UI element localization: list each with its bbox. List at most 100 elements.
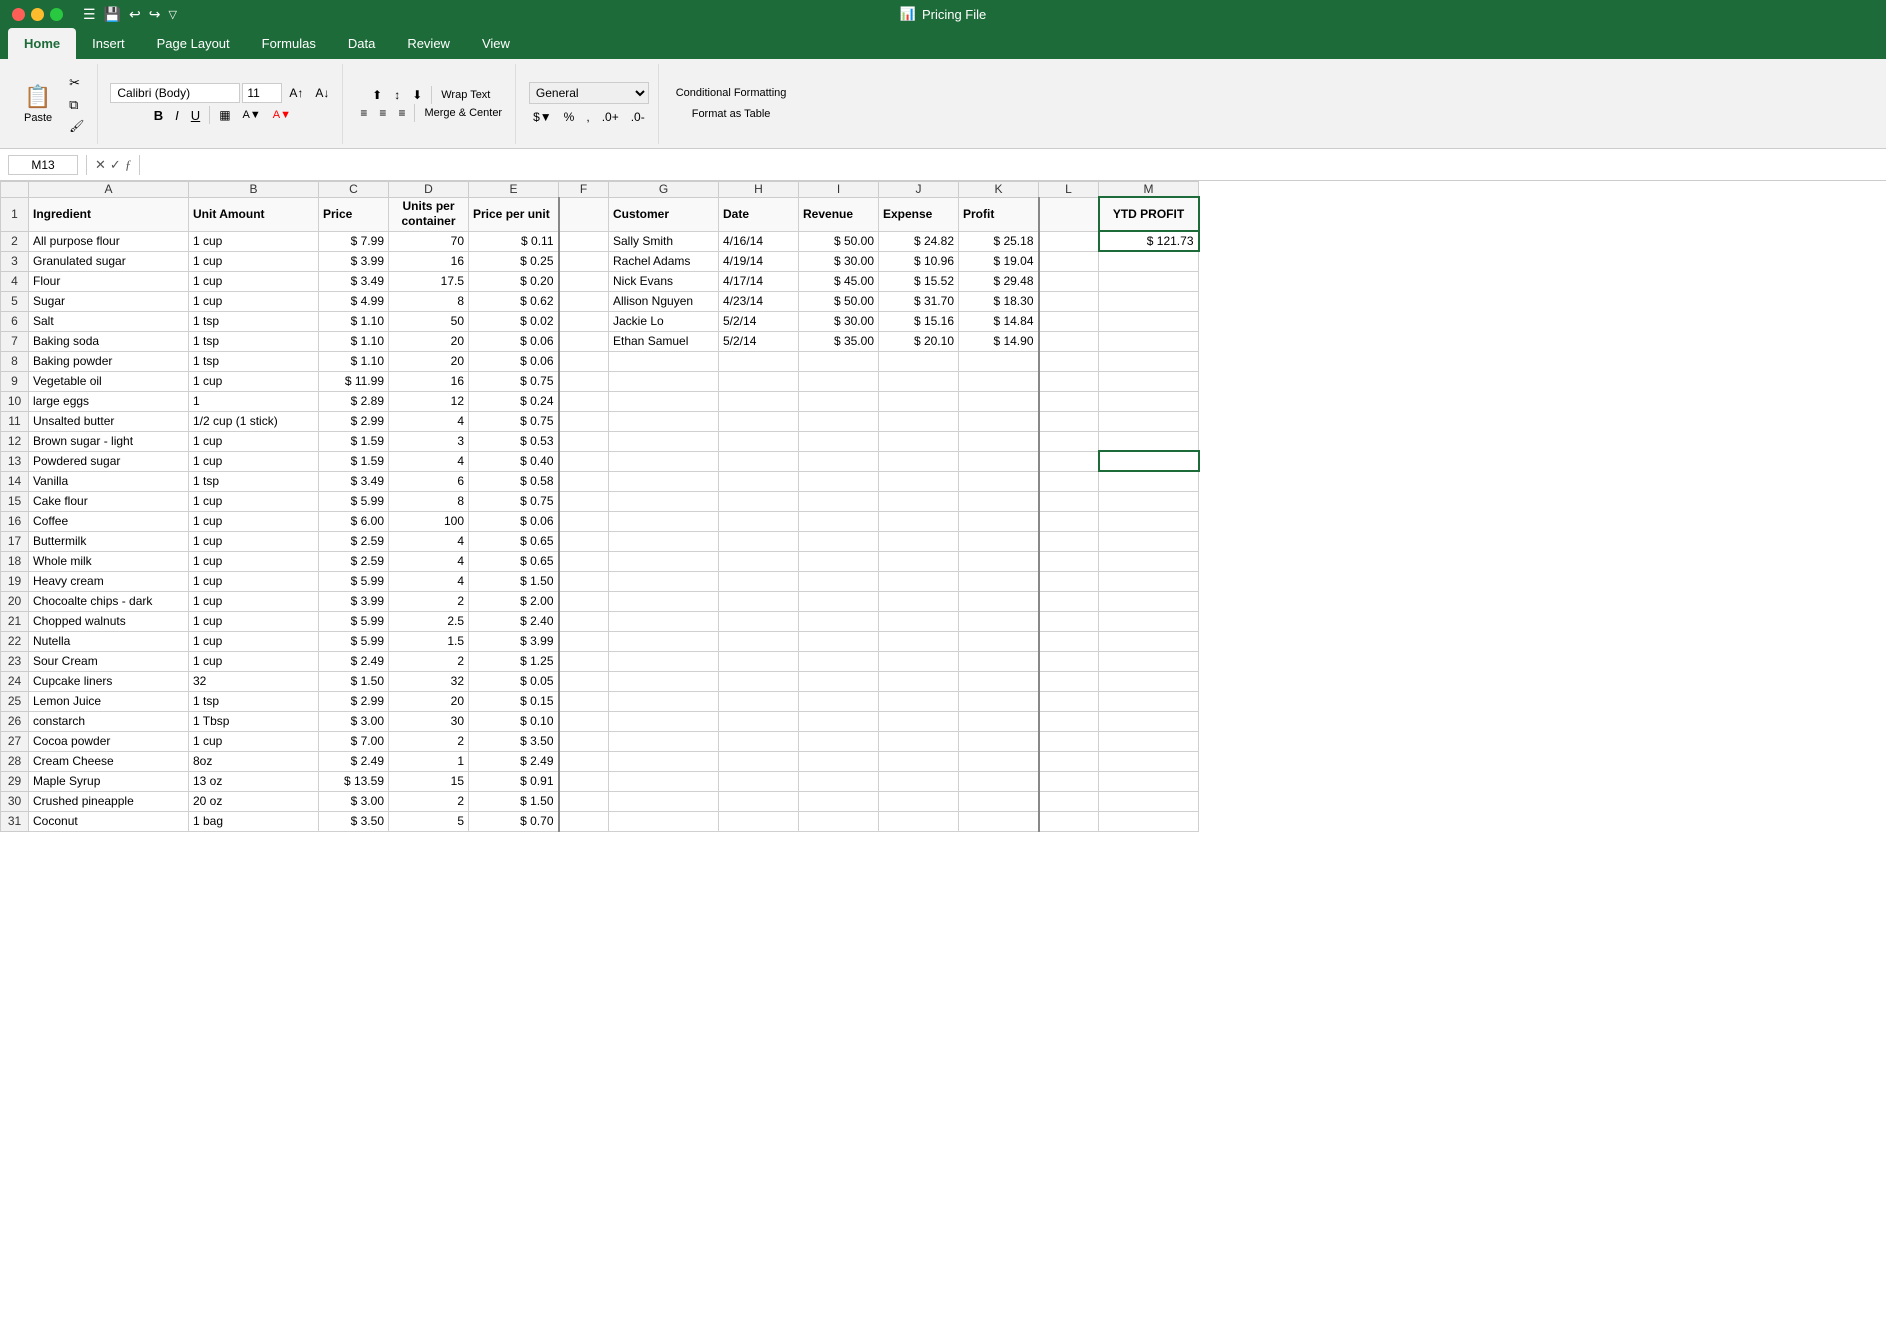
- cell-C17[interactable]: $ 2.59: [319, 531, 389, 551]
- cell-I15[interactable]: [799, 491, 879, 511]
- cell-H11[interactable]: [719, 411, 799, 431]
- cell-J23[interactable]: [879, 651, 959, 671]
- cell-K6[interactable]: $ 14.84: [959, 311, 1039, 331]
- cell-H23[interactable]: [719, 651, 799, 671]
- tab-insert[interactable]: Insert: [76, 28, 141, 59]
- cell-I1[interactable]: Revenue: [799, 197, 879, 231]
- cell-K27[interactable]: [959, 731, 1039, 751]
- cell-K8[interactable]: [959, 351, 1039, 371]
- cell-C14[interactable]: $ 3.49: [319, 471, 389, 491]
- cell-C8[interactable]: $ 1.10: [319, 351, 389, 371]
- cell-D19[interactable]: 4: [389, 571, 469, 591]
- cell-J5[interactable]: $ 31.70: [879, 291, 959, 311]
- cell-K30[interactable]: [959, 791, 1039, 811]
- col-header-C[interactable]: C: [319, 182, 389, 198]
- cell-L14[interactable]: [1039, 471, 1099, 491]
- cell-I10[interactable]: [799, 391, 879, 411]
- cell-J26[interactable]: [879, 711, 959, 731]
- cell-G28[interactable]: [609, 751, 719, 771]
- cell-C1[interactable]: Price: [319, 197, 389, 231]
- cell-B14[interactable]: 1 tsp: [189, 471, 319, 491]
- cell-M20[interactable]: [1099, 591, 1199, 611]
- cell-B29[interactable]: 13 oz: [189, 771, 319, 791]
- cell-H17[interactable]: [719, 531, 799, 551]
- currency-button[interactable]: $▼: [528, 108, 557, 126]
- align-center-button[interactable]: ≡: [374, 104, 391, 122]
- cell-J4[interactable]: $ 15.52: [879, 271, 959, 291]
- cell-M16[interactable]: [1099, 511, 1199, 531]
- cell-L27[interactable]: [1039, 731, 1099, 751]
- format-painter-button[interactable]: 🖌: [64, 117, 89, 135]
- row-header-14[interactable]: 14: [1, 471, 29, 491]
- align-left-button[interactable]: ≡: [355, 104, 372, 122]
- cell-M10[interactable]: [1099, 391, 1199, 411]
- cell-B15[interactable]: 1 cup: [189, 491, 319, 511]
- cell-F13[interactable]: [559, 451, 609, 471]
- cell-G3[interactable]: Rachel Adams: [609, 251, 719, 271]
- cell-H30[interactable]: [719, 791, 799, 811]
- cell-K14[interactable]: [959, 471, 1039, 491]
- row-header-22[interactable]: 22: [1, 631, 29, 651]
- cell-K20[interactable]: [959, 591, 1039, 611]
- cell-L10[interactable]: [1039, 391, 1099, 411]
- cell-J30[interactable]: [879, 791, 959, 811]
- cell-B31[interactable]: 1 bag: [189, 811, 319, 831]
- cell-F27[interactable]: [559, 731, 609, 751]
- percent-button[interactable]: %: [559, 108, 580, 126]
- cell-L23[interactable]: [1039, 651, 1099, 671]
- cell-E3[interactable]: $ 0.25: [469, 251, 559, 271]
- merge-center-button[interactable]: Merge & Center: [419, 105, 507, 121]
- italic-button[interactable]: I: [170, 106, 184, 125]
- cell-G22[interactable]: [609, 631, 719, 651]
- cell-K1[interactable]: Profit: [959, 197, 1039, 231]
- cell-D2[interactable]: 70: [389, 231, 469, 251]
- cell-C11[interactable]: $ 2.99: [319, 411, 389, 431]
- cell-M12[interactable]: [1099, 431, 1199, 451]
- cell-I19[interactable]: [799, 571, 879, 591]
- cell-C28[interactable]: $ 2.49: [319, 751, 389, 771]
- row-header-28[interactable]: 28: [1, 751, 29, 771]
- cell-F24[interactable]: [559, 671, 609, 691]
- cell-M30[interactable]: [1099, 791, 1199, 811]
- cell-D23[interactable]: 2: [389, 651, 469, 671]
- underline-button[interactable]: U: [186, 106, 205, 125]
- cell-G21[interactable]: [609, 611, 719, 631]
- row-header-8[interactable]: 8: [1, 351, 29, 371]
- cell-G20[interactable]: [609, 591, 719, 611]
- row-header-9[interactable]: 9: [1, 371, 29, 391]
- cell-M3[interactable]: [1099, 251, 1199, 271]
- cell-D29[interactable]: 15: [389, 771, 469, 791]
- fill-color-button[interactable]: A▼: [238, 107, 266, 123]
- cell-H7[interactable]: 5/2/14: [719, 331, 799, 351]
- cell-L6[interactable]: [1039, 311, 1099, 331]
- cell-J10[interactable]: [879, 391, 959, 411]
- cell-D10[interactable]: 12: [389, 391, 469, 411]
- cell-I27[interactable]: [799, 731, 879, 751]
- cell-D1[interactable]: Units percontainer: [389, 197, 469, 231]
- col-header-D[interactable]: D: [389, 182, 469, 198]
- cell-F26[interactable]: [559, 711, 609, 731]
- cell-K23[interactable]: [959, 651, 1039, 671]
- cell-A4[interactable]: Flour: [29, 271, 189, 291]
- cell-J20[interactable]: [879, 591, 959, 611]
- cell-M17[interactable]: [1099, 531, 1199, 551]
- cell-J8[interactable]: [879, 351, 959, 371]
- row-header-16[interactable]: 16: [1, 511, 29, 531]
- cell-B18[interactable]: 1 cup: [189, 551, 319, 571]
- cell-F23[interactable]: [559, 651, 609, 671]
- redo-icon[interactable]: ↪: [149, 6, 161, 23]
- cell-I28[interactable]: [799, 751, 879, 771]
- cell-L8[interactable]: [1039, 351, 1099, 371]
- cell-C23[interactable]: $ 2.49: [319, 651, 389, 671]
- cell-C31[interactable]: $ 3.50: [319, 811, 389, 831]
- cell-E18[interactable]: $ 0.65: [469, 551, 559, 571]
- cell-C24[interactable]: $ 1.50: [319, 671, 389, 691]
- cell-G2[interactable]: Sally Smith: [609, 231, 719, 251]
- cell-A10[interactable]: large eggs: [29, 391, 189, 411]
- cell-A29[interactable]: Maple Syrup: [29, 771, 189, 791]
- cell-B8[interactable]: 1 tsp: [189, 351, 319, 371]
- cell-J15[interactable]: [879, 491, 959, 511]
- cell-E20[interactable]: $ 2.00: [469, 591, 559, 611]
- cell-H4[interactable]: 4/17/14: [719, 271, 799, 291]
- cell-B7[interactable]: 1 tsp: [189, 331, 319, 351]
